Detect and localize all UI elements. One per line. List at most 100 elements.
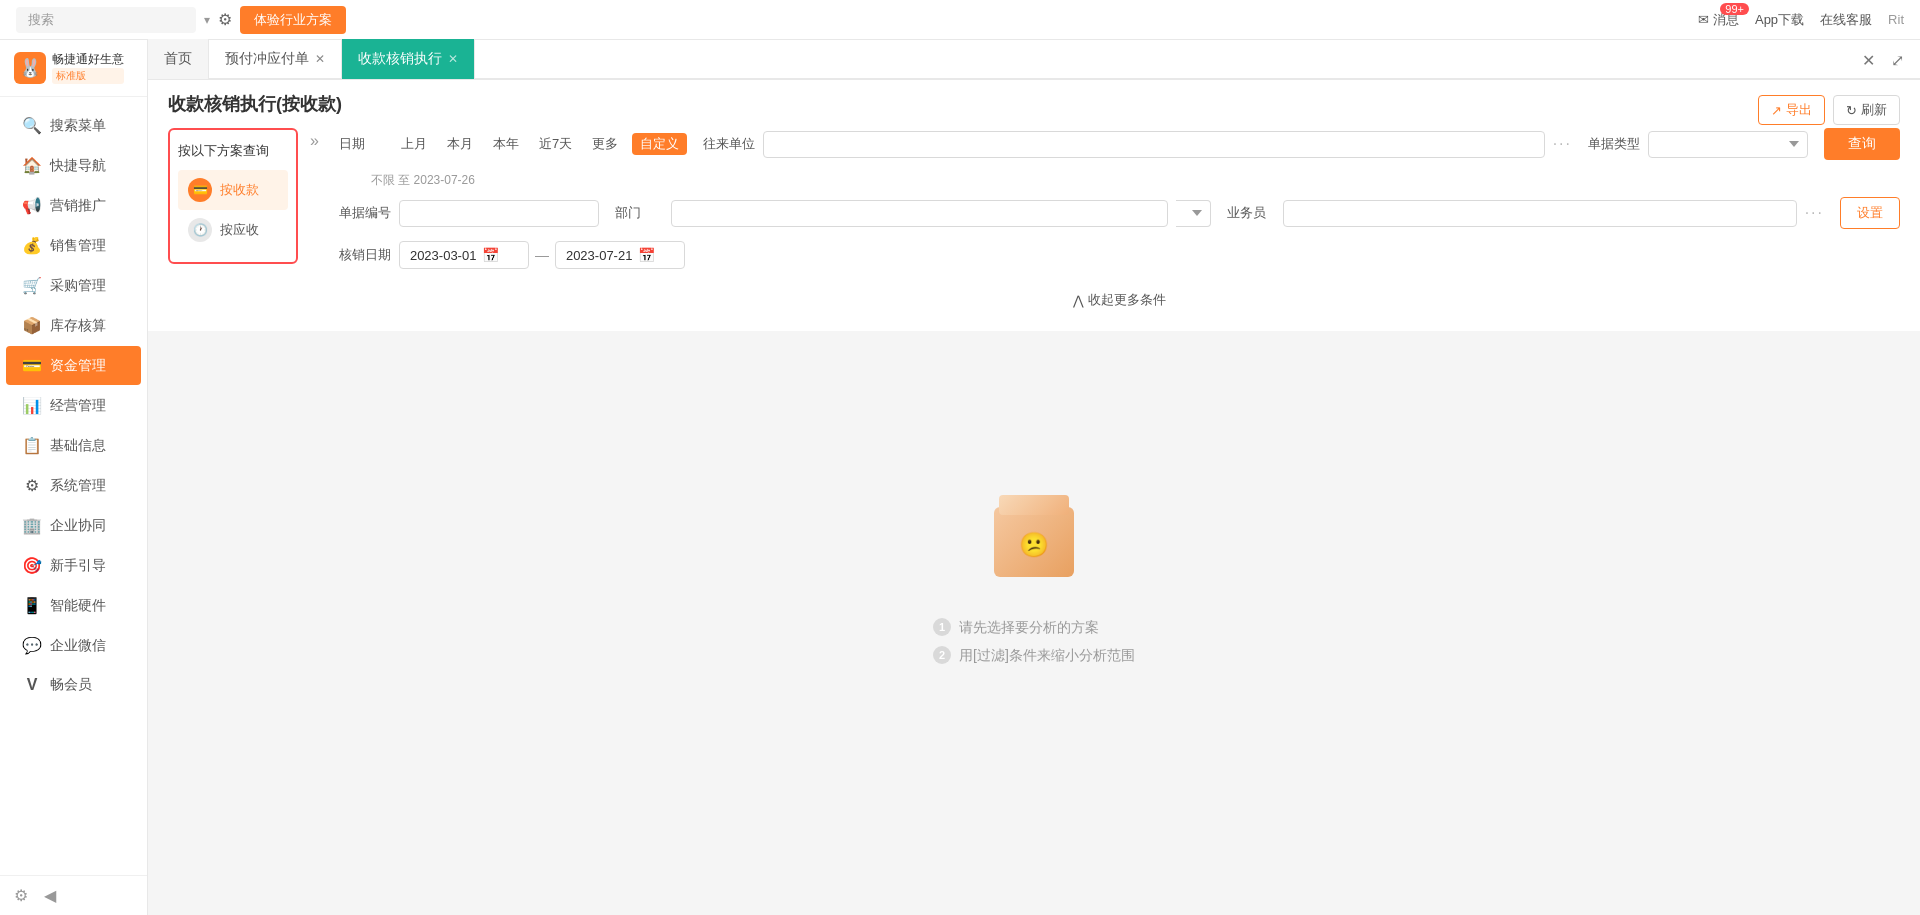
sidebar-item-finance[interactable]: 💳 资金管理 [6, 346, 141, 385]
sidebar-item-label: 新手引导 [50, 557, 106, 575]
hint-num-1: 1 [933, 618, 951, 636]
filter-scheme-collapse-icon[interactable]: » [306, 128, 323, 154]
export-button[interactable]: ↗ 导出 [1758, 95, 1825, 125]
query-button[interactable]: 查询 [1824, 128, 1900, 160]
voucher-type-select[interactable] [1648, 131, 1808, 158]
hint-item-1: 1 请先选择要分析的方案 [933, 613, 1135, 641]
dept-input[interactable] [671, 200, 1169, 227]
industry-solution-button[interactable]: 体验行业方案 [240, 6, 346, 34]
footer-settings-icon[interactable]: ⚙ [14, 886, 28, 905]
writeoff-start-date-box[interactable]: 2023-03-01 📅 [399, 241, 529, 269]
tab-bar-controls: ✕ ⤢ [1854, 40, 1920, 80]
sidebar: 🐰 畅捷通好生意 标准版 🔍 搜索菜单 🏠 快捷导航 📢 营销推广 💰 销售管理… [0, 40, 148, 915]
tab-prepay-close-icon[interactable]: ✕ [315, 52, 325, 66]
top-search[interactable]: 搜索 [16, 7, 196, 33]
filter-fields-panel: 日期 上月 本月 本年 近7天 更多 自定义 往来单位 ··· [339, 128, 1900, 319]
staff-more-icon[interactable]: ··· [1805, 204, 1824, 222]
enterprise-icon: 🏢 [22, 516, 42, 535]
filter-row-2: 单据编号 部门 ▾ 业务员 ··· 设置 [339, 197, 1900, 229]
search-menu-icon: 🔍 [22, 116, 42, 135]
sidebar-item-enterprise[interactable]: 🏢 企业协同 [6, 506, 141, 545]
marketing-icon: 📢 [22, 196, 42, 215]
empty-hints: 1 请先选择要分析的方案 2 用[过滤]条件来缩小分析范围 [933, 613, 1135, 669]
counterparty-field: 往来单位 ··· [703, 131, 1572, 158]
date-last-7-days[interactable]: 近7天 [533, 133, 578, 155]
top-bar-right: ✉ 消息 99+ App下载 在线客服 Rit [1698, 11, 1904, 29]
date-more[interactable]: 更多 [586, 133, 624, 155]
writeoff-start-calendar-icon[interactable]: 📅 [482, 247, 499, 263]
logo-badge: 标准版 [52, 68, 124, 84]
sidebar-item-system[interactable]: ⚙ 系统管理 [6, 466, 141, 505]
collapse-more-label: 收起更多条件 [1088, 291, 1166, 309]
basic-info-icon: 📋 [22, 436, 42, 455]
tab-expand-button[interactable]: ⤢ [1883, 47, 1912, 74]
counterparty-input[interactable] [763, 131, 1545, 158]
filter-option-by-receipt[interactable]: 💳 按收款 [178, 170, 288, 210]
username-display[interactable]: Rit [1888, 12, 1904, 27]
tab-bar: 首页 预付冲应付单 ✕ 收款核销执行 ✕ ✕ ⤢ [148, 40, 1920, 80]
sidebar-item-purchase[interactable]: 🛒 采购管理 [6, 266, 141, 305]
date-custom[interactable]: 自定义 [632, 133, 687, 155]
quick-nav-icon: 🏠 [22, 156, 42, 175]
dept-label: 部门 [615, 204, 663, 222]
page-title: 收款核销执行(按收款) [168, 92, 342, 128]
sidebar-item-guide[interactable]: 🎯 新手引导 [6, 546, 141, 585]
collapse-more-button[interactable]: ⋀ 收起更多条件 [1065, 287, 1174, 313]
date-note: 不限 至 2023-07-26 [371, 172, 1900, 189]
page-content: 收款核销执行(按收款) ↗ 导出 ↻ 刷新 按以下方案查询 💳 [148, 80, 1920, 915]
sidebar-item-inventory[interactable]: 📦 库存核算 [6, 306, 141, 345]
tab-prepay-offset[interactable]: 预付冲应付单 ✕ [209, 39, 342, 79]
sidebar-item-marketing[interactable]: 📢 营销推广 [6, 186, 141, 225]
tab-close-all-button[interactable]: ✕ [1854, 47, 1883, 74]
staff-label: 业务员 [1227, 204, 1275, 222]
writeoff-end-calendar-icon[interactable]: 📅 [638, 247, 655, 263]
date-no-limit-label: 不限 [371, 173, 395, 187]
writeoff-end-date-box[interactable]: 2023-07-21 📅 [555, 241, 685, 269]
app-download-link[interactable]: App下载 [1755, 11, 1804, 29]
online-support-link[interactable]: 在线客服 [1820, 11, 1872, 29]
footer-collapse-icon[interactable]: ◀ [44, 886, 56, 905]
staff-input[interactable] [1283, 200, 1796, 227]
sidebar-item-label: 采购管理 [50, 277, 106, 295]
tab-home-label: 首页 [164, 50, 192, 68]
voucher-type-label: 单据类型 [1588, 135, 1640, 153]
sidebar-item-label: 销售管理 [50, 237, 106, 255]
voucher-no-label: 单据编号 [339, 204, 391, 222]
date-this-month[interactable]: 本月 [441, 133, 479, 155]
sidebar-item-label: 经营管理 [50, 397, 106, 415]
refresh-button[interactable]: ↻ 刷新 [1833, 95, 1900, 125]
filter-option-by-receivable[interactable]: 🕐 按应收 [178, 210, 288, 250]
settings-button[interactable]: 设置 [1840, 197, 1900, 229]
tab-prepay-label: 预付冲应付单 [225, 50, 309, 68]
filter-receipt-label: 按收款 [220, 181, 259, 199]
empty-state-illustration [984, 497, 1084, 597]
sidebar-item-label: 快捷导航 [50, 157, 106, 175]
filter-area: 按以下方案查询 💳 按收款 🕐 按应收 » 日期 [148, 128, 1920, 331]
sidebar-item-vip[interactable]: V 畅会员 [6, 666, 141, 704]
collapse-more-row: ⋀ 收起更多条件 [339, 281, 1900, 319]
dept-select[interactable]: ▾ [1176, 200, 1211, 227]
tab-receipt-close-icon[interactable]: ✕ [448, 52, 458, 66]
voucher-no-input[interactable] [399, 200, 599, 227]
tab-receipt-offset[interactable]: 收款核销执行 ✕ [342, 39, 475, 79]
sidebar-item-smart-hw[interactable]: 📱 智能硬件 [6, 586, 141, 625]
sidebar-item-operations[interactable]: 📊 经营管理 [6, 386, 141, 425]
date-last-month[interactable]: 上月 [395, 133, 433, 155]
settings-gear-icon[interactable]: ⚙ [218, 10, 232, 29]
sidebar-item-label: 智能硬件 [50, 597, 106, 615]
sidebar-item-quick-nav[interactable]: 🏠 快捷导航 [6, 146, 141, 185]
message-badge-wrap[interactable]: ✉ 消息 99+ [1698, 11, 1739, 29]
main-area: 首页 预付冲应付单 ✕ 收款核销执行 ✕ ✕ ⤢ 收款核销执行(按收款) ↗ 导… [148, 40, 1920, 915]
sidebar-item-basic-info[interactable]: 📋 基础信息 [6, 426, 141, 465]
sidebar-item-wecom[interactable]: 💬 企业微信 [6, 626, 141, 665]
search-chevron-icon[interactable]: ▾ [204, 13, 210, 27]
counterparty-more-icon[interactable]: ··· [1553, 135, 1572, 153]
hint-text-2: 用[过滤]条件来缩小分析范围 [959, 641, 1135, 669]
sidebar-nav: 🔍 搜索菜单 🏠 快捷导航 📢 营销推广 💰 销售管理 🛒 采购管理 📦 库存核… [0, 97, 147, 875]
date-this-year[interactable]: 本年 [487, 133, 525, 155]
tab-receipt-label: 收款核销执行 [358, 50, 442, 68]
sidebar-item-sales[interactable]: 💰 销售管理 [6, 226, 141, 265]
tab-home[interactable]: 首页 [148, 39, 209, 79]
filter-scheme-title: 按以下方案查询 [178, 142, 288, 160]
sidebar-item-search-menu[interactable]: 🔍 搜索菜单 [6, 106, 141, 145]
